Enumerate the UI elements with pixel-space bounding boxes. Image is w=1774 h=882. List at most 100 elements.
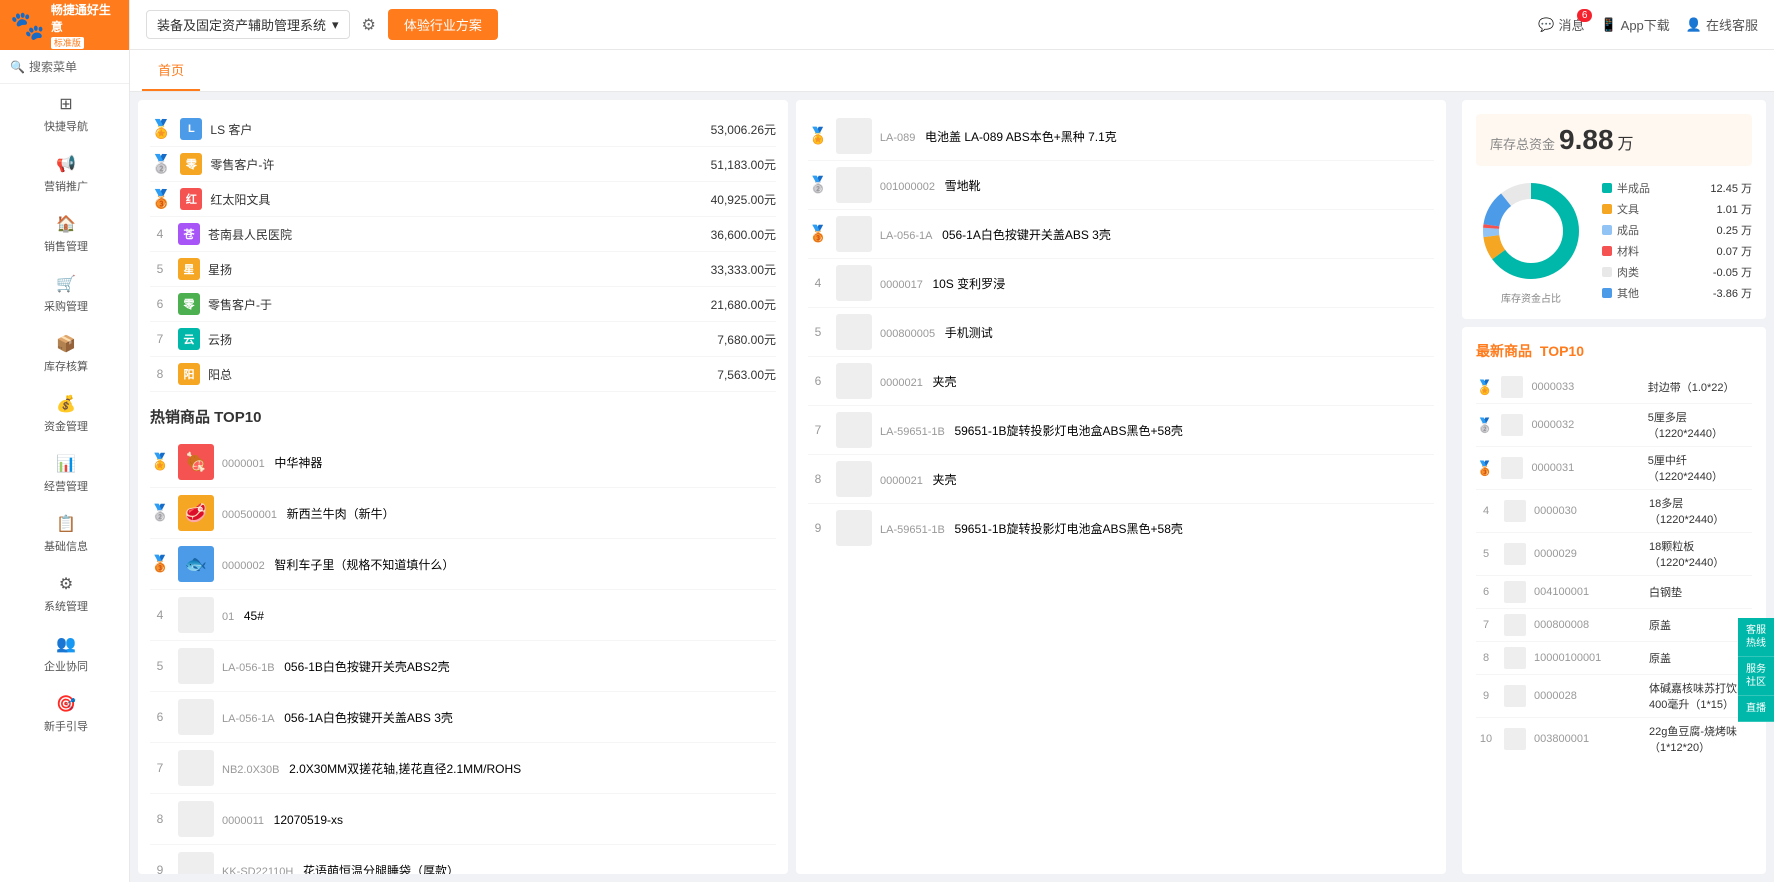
legend-item-1: 文具 1.01 万: [1602, 201, 1752, 217]
product-name-9: 花语萌恒温分腿睡袋（厚款）: [303, 864, 459, 875]
nav-icon-jichu: 📋: [56, 514, 76, 534]
medal-silver-2: 🥈: [150, 154, 172, 175]
sidebar-nav-item-jichu[interactable]: 📋 基础信息: [0, 504, 129, 564]
product-name-4: 45#: [244, 609, 264, 623]
popular-row-9: 9 LA-59651-1B 59651-1B旋转投影灯电池盒ABS黑色+58壳: [808, 504, 1434, 552]
new-product-row-3: 🥉 0000031 5厘中纤（1220*2440）: [1476, 447, 1752, 490]
new-product-row-6: 6 004100001 白钢垫: [1476, 576, 1752, 609]
new-product-code-8: 10000100001: [1534, 652, 1637, 664]
legend-item-3: 材料 0.07 万: [1602, 243, 1752, 259]
rank-amount-1: 53,006.26元: [711, 121, 776, 138]
nav-icon-yingxiao: 📢: [56, 154, 76, 174]
hot-product-row-4: 4 01 45#: [150, 590, 776, 641]
popular-info-4: 0000017 10S 变利罗浸: [880, 275, 1434, 292]
nav-icon-kucun: 📦: [56, 334, 76, 354]
sidebar-nav-item-kuaijie[interactable]: ⊞ 快捷导航: [0, 84, 129, 144]
app-download-label: App下载: [1621, 15, 1670, 34]
sidebar-nav-item-kucun[interactable]: 📦 库存核算: [0, 324, 129, 384]
middle-section: 🏅 L LS 客户 53,006.26元 🥈 零 零售客户-许 51,183.0…: [130, 92, 1454, 882]
sidebar-nav-item-xinshou[interactable]: 🎯 新手引导: [0, 684, 129, 744]
sidebar-nav-item-caigou[interactable]: 🛒 采购管理: [0, 264, 129, 324]
medal-hot-2: 🥈: [150, 503, 170, 523]
ranking-row-4: 4 苍 苍南县人民医院 36,600.00元: [150, 217, 776, 252]
product-name-7: 2.0X30MM双搓花轴,搓花直径2.1MM/ROHS: [289, 762, 521, 776]
hot-product-row-3: 🥉 🐟 0000002 智利车子里（规格不知道填什么）: [150, 539, 776, 590]
chart-label: 库存资金占比: [1501, 290, 1561, 305]
new-product-img-1: [1501, 376, 1523, 398]
nav-icon-jingying: 📊: [56, 454, 76, 474]
new-product-img-9: [1504, 685, 1526, 707]
new-product-code-2: 0000032: [1531, 419, 1635, 431]
popular-name-7: 59651-1B旋转投影灯电池盒ABS黑色+58壳: [954, 424, 1182, 438]
popular-code-5: 000800005: [880, 328, 935, 340]
float-btn-live[interactable]: 直播: [1738, 696, 1774, 722]
gear-icon[interactable]: ⚙: [362, 15, 376, 35]
sidebar-nav-item-qiye[interactable]: 👥 企业协同: [0, 624, 129, 684]
sidebar-nav-item-zijin[interactable]: 💰 资金管理: [0, 384, 129, 444]
legend-item-0: 半成品 12.45 万: [1602, 180, 1752, 196]
product-name-6: 056-1A白色按键开关盖ABS 3壳: [284, 711, 453, 725]
legend-name-0: 半成品: [1617, 180, 1710, 196]
tab-home[interactable]: 首页: [142, 50, 200, 91]
trial-button[interactable]: 体验行业方案: [388, 9, 498, 40]
inventory-total: 库存总资金 9.88 万: [1490, 124, 1738, 156]
chart-container: 库存资金占比 半成品 12.45 万 文具 1.01 万: [1476, 176, 1752, 305]
popular-img-8: [836, 461, 872, 497]
rank-num-6: 6: [150, 297, 170, 311]
legend-dot-5: [1602, 288, 1612, 298]
popular-img-6: [836, 363, 872, 399]
legend-val-5: -3.86 万: [1713, 285, 1752, 301]
legend-val-2: 0.25 万: [1717, 222, 1752, 238]
new-products-title-text: 最新商品: [1476, 343, 1532, 359]
medal-pop-1: 🏅: [808, 126, 828, 146]
chart-legend: 半成品 12.45 万 文具 1.01 万 成品 0.25 万: [1602, 180, 1752, 301]
sidebar-nav-item-xiaoshou[interactable]: 🏠 销售管理: [0, 204, 129, 264]
sidebar-nav-item-jingying[interactable]: 📊 经营管理: [0, 444, 129, 504]
hot-product-row-9: 9 KK-SD22110H 花语萌恒温分腿睡袋（厚款）: [150, 845, 776, 874]
sidebar-nav-item-xitong[interactable]: ⚙ 系统管理: [0, 564, 129, 624]
search-icon: 🔍: [10, 60, 25, 74]
popular-img-5: [836, 314, 872, 350]
new-product-row-7: 7 000800008 原盖: [1476, 609, 1752, 642]
right-panel: 库存总资金 9.88 万: [1454, 92, 1774, 882]
medal-bronze-3: 🥉: [150, 189, 172, 210]
nav-icon-zijin: 💰: [56, 394, 76, 414]
product-code-9: KK-SD22110H: [222, 866, 293, 875]
sales-ranking-card: 🏅 L LS 客户 53,006.26元 🥈 零 零售客户-许 51,183.0…: [138, 100, 788, 874]
medal-hot-1: 🏅: [150, 452, 170, 472]
rank-amount-6: 21,680.00元: [711, 296, 776, 313]
system-select[interactable]: 装备及固定资产辅助管理系统 ▾: [146, 10, 350, 39]
header: 装备及固定资产辅助管理系统 ▾ ⚙ 体验行业方案 💬 消息 6 📱 App下载 …: [130, 0, 1774, 50]
ranking-row-8: 8 阳 阳总 7,563.00元: [150, 357, 776, 392]
product-name-1: 中华神器: [274, 456, 322, 470]
product-code-2: 000500001: [222, 509, 277, 521]
sidebar-search[interactable]: 🔍 搜索菜单: [0, 50, 129, 84]
new-product-name-9: 体碱嘉核味苏打饮品400毫升（1*15）: [1649, 680, 1752, 712]
rank-badge-8: 阳: [178, 363, 200, 385]
popular-img-7: [836, 412, 872, 448]
rank-badge-5: 星: [178, 258, 200, 280]
sidebar-nav-item-yingxiao[interactable]: 📢 营销推广: [0, 144, 129, 204]
legend-val-0: 12.45 万: [1710, 180, 1752, 196]
popular-code-8: 0000021: [880, 475, 923, 487]
product-info-2: 000500001 新西兰牛肉（新牛）: [222, 505, 776, 522]
messages-button[interactable]: 💬 消息 6: [1538, 15, 1584, 34]
float-btn-community[interactable]: 服务社区: [1738, 657, 1774, 696]
online-service-button[interactable]: 👤 在线客服: [1686, 15, 1758, 34]
new-product-img-2: [1501, 414, 1523, 436]
popular-name-8: 夹壳: [932, 473, 956, 487]
app-download-button[interactable]: 📱 App下载: [1600, 15, 1669, 34]
popular-info-3: LA-056-1A 056-1A白色按键开关盖ABS 3壳: [880, 226, 1434, 243]
float-btn-service[interactable]: 客服热线: [1738, 618, 1774, 657]
legend-dot-4: [1602, 267, 1612, 277]
new-product-img-3: [1501, 457, 1523, 479]
sidebar-logo: 🐾 畅捷通好生意 标准版: [0, 0, 129, 50]
inventory-amount: 9.88: [1559, 124, 1614, 156]
product-info-3: 0000002 智利车子里（规格不知道填什么）: [222, 556, 776, 573]
rank-new-6: 6: [1476, 586, 1496, 598]
tab-bar: 首页: [130, 50, 1774, 92]
popular-info-6: 0000021 夹壳: [880, 373, 1434, 390]
product-name-8: 12070519-xs: [274, 813, 343, 827]
nav-icon-qiye: 👥: [56, 634, 76, 654]
new-product-row-2: 🥈 0000032 5厘多层（1220*2440）: [1476, 404, 1752, 447]
